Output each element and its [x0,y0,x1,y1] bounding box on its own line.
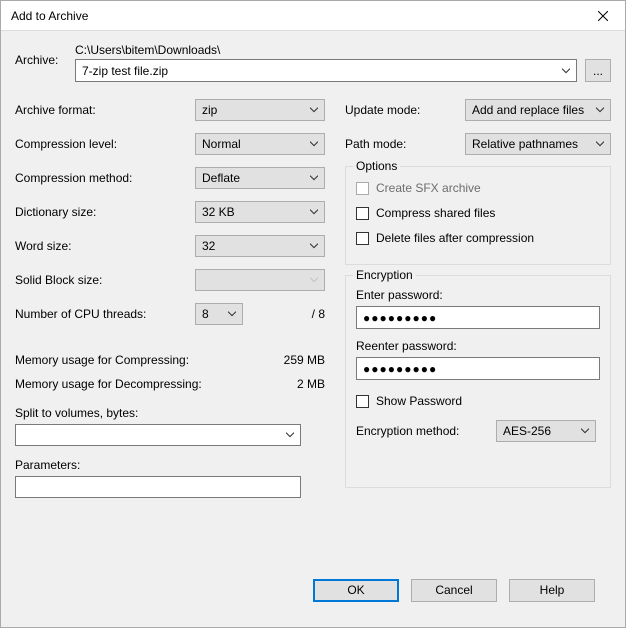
split-volumes-input[interactable] [15,424,301,446]
chevron-down-icon [310,276,318,284]
left-column: Archive format: zip Compression level: N… [15,98,325,498]
chevron-down-icon [286,431,294,439]
reenter-password-input[interactable]: ●●●●●●●●● [356,357,600,380]
browse-label: ... [593,64,603,78]
compress-shared-row[interactable]: Compress shared files [356,202,600,224]
window-title: Add to Archive [11,9,88,23]
options-title: Options [353,159,400,173]
reenter-password-label: Reenter password: [356,339,600,353]
compress-shared-label: Compress shared files [376,206,495,220]
chevron-down-icon [562,67,570,75]
help-button[interactable]: Help [509,579,595,602]
parameters-label: Parameters: [15,458,325,472]
chevron-down-icon [310,242,318,250]
create-sfx-label: Create SFX archive [376,181,481,195]
ok-button[interactable]: OK [313,579,399,602]
word-size-select[interactable]: 32 [195,235,325,257]
add-to-archive-dialog: Add to Archive Archive: C:\Users\bitem\D… [0,0,626,628]
chevron-down-icon [310,174,318,182]
solid-block-size-label: Solid Block size: [15,273,195,287]
content-area: Archive: C:\Users\bitem\Downloads\ 7-zip… [1,31,625,627]
word-size-label: Word size: [15,239,195,253]
delete-after-checkbox[interactable] [356,232,369,245]
path-mode-label: Path mode: [345,137,465,151]
encryption-method-select[interactable]: AES-256 [496,420,596,442]
browse-button[interactable]: ... [585,59,611,82]
memory-decompress-value: 2 MB [297,377,325,391]
cancel-button[interactable]: Cancel [411,579,497,602]
titlebar: Add to Archive [1,1,625,31]
show-password-label: Show Password [376,394,462,408]
cpu-threads-total: / 8 [295,307,325,321]
chevron-down-icon [581,427,589,435]
create-sfx-checkbox [356,182,369,195]
options-groupbox: Options Create SFX archive Compress shar… [345,166,611,265]
show-password-checkbox[interactable] [356,395,369,408]
show-password-row[interactable]: Show Password [356,390,600,412]
create-sfx-row: Create SFX archive [356,177,600,199]
enter-password-label: Enter password: [356,288,600,302]
update-mode-select[interactable]: Add and replace files [465,99,611,121]
compression-level-select[interactable]: Normal [195,133,325,155]
chevron-down-icon [596,140,604,148]
cpu-threads-select[interactable]: 8 [195,303,243,325]
delete-after-label: Delete files after compression [376,231,534,245]
archive-filename: 7-zip test file.zip [82,64,168,78]
archive-row: Archive: C:\Users\bitem\Downloads\ 7-zip… [15,43,611,82]
chevron-down-icon [310,208,318,216]
compression-level-label: Compression level: [15,137,195,151]
close-icon [598,11,608,21]
archive-filename-select[interactable]: 7-zip test file.zip [75,59,577,82]
chevron-down-icon [310,140,318,148]
path-mode-select[interactable]: Relative pathnames [465,133,611,155]
archive-label: Archive: [15,43,75,67]
chevron-down-icon [310,106,318,114]
archive-format-label: Archive format: [15,103,195,117]
enter-password-input[interactable]: ●●●●●●●●● [356,306,600,329]
memory-compress-label: Memory usage for Compressing: [15,353,189,367]
dictionary-size-select[interactable]: 32 KB [195,201,325,223]
dialog-footer: OK Cancel Help [15,565,611,615]
memory-decompress-label: Memory usage for Decompressing: [15,377,202,391]
dictionary-size-label: Dictionary size: [15,205,195,219]
solid-block-size-select [195,269,325,291]
encryption-groupbox: Encryption Enter password: ●●●●●●●●● Ree… [345,275,611,488]
right-column: Update mode: Add and replace files Path … [345,98,611,498]
memory-compress-value: 259 MB [284,353,325,367]
parameters-input[interactable] [15,476,301,498]
chevron-down-icon [596,106,604,114]
encryption-method-label: Encryption method: [356,424,496,438]
compression-method-label: Compression method: [15,171,195,185]
close-button[interactable] [580,1,625,31]
compression-method-select[interactable]: Deflate [195,167,325,189]
update-mode-label: Update mode: [345,103,465,117]
archive-path: C:\Users\bitem\Downloads\ [75,43,611,57]
cpu-threads-label: Number of CPU threads: [15,307,195,321]
chevron-down-icon [228,310,236,318]
compress-shared-checkbox[interactable] [356,207,369,220]
delete-after-row[interactable]: Delete files after compression [356,227,600,249]
archive-format-select[interactable]: zip [195,99,325,121]
split-volumes-label: Split to volumes, bytes: [15,406,325,420]
encryption-title: Encryption [353,268,416,282]
